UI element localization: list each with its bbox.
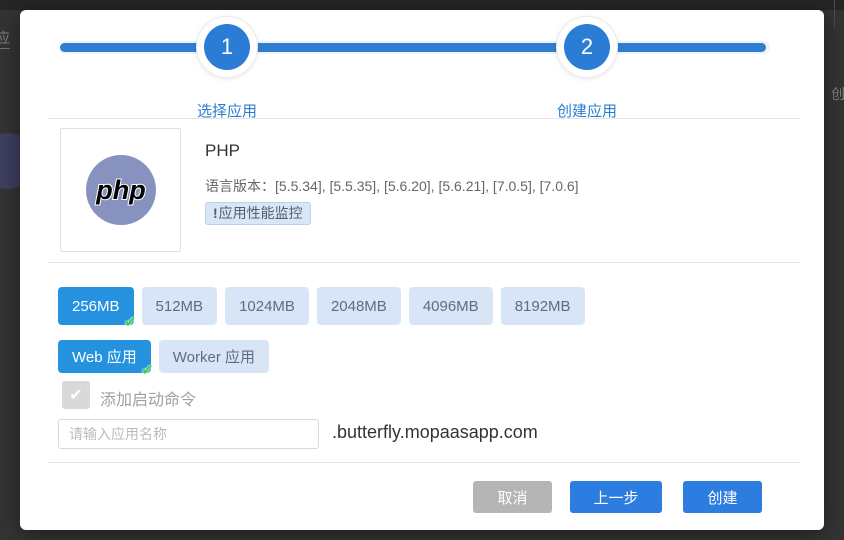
check-icon: ✔ <box>69 387 83 404</box>
step-1-number: 1 <box>204 24 250 70</box>
startup-command-checkbox[interactable]: ✔ <box>62 381 90 409</box>
memory-option-label: 512MB <box>155 297 204 315</box>
memory-option-512mb[interactable]: 512MB <box>141 287 218 325</box>
app-type-options-row: Web 应用 ✔ Worker 应用 <box>58 340 269 379</box>
check-icon: ✔ <box>141 362 154 379</box>
app-versions-text: 语言版本：[5.5.34], [5.5.35], [5.6.20], [5.6.… <box>205 178 579 194</box>
memory-option-2048mb[interactable]: 2048MB <box>316 287 401 325</box>
create-app-dialog: 1 2 选择应用 创建应用 php PHP 语言版本：[5.5.34], [5.… <box>20 10 824 530</box>
divider <box>47 262 800 263</box>
background-top-strip <box>0 0 844 10</box>
divider <box>47 118 800 119</box>
previous-step-button[interactable]: 上一步 <box>570 481 662 513</box>
app-type-option-label: Worker 应用 <box>172 349 255 366</box>
check-icon: ✔ <box>123 314 137 331</box>
memory-option-256mb[interactable]: 256MB ✔ <box>58 287 137 331</box>
app-name-input[interactable] <box>58 419 319 449</box>
performance-monitor-label: 应用性能监控 <box>218 205 303 221</box>
startup-command-label: 添加启动命令 <box>100 392 197 409</box>
divider <box>47 462 800 463</box>
php-logo-icon: php <box>85 155 156 225</box>
app-card: php <box>60 128 181 252</box>
cancel-button[interactable]: 取消 <box>473 481 552 513</box>
memory-option-label: 2048MB <box>330 297 387 315</box>
app-type-option-worker[interactable]: Worker 应用 <box>158 340 269 373</box>
memory-option-8192mb[interactable]: 8192MB <box>500 287 585 325</box>
step-2-circle[interactable]: 2 <box>556 16 618 78</box>
app-type-option-web[interactable]: Web 应用 ✔ <box>58 340 154 379</box>
background-table-border <box>834 0 835 28</box>
memory-option-label: 8192MB <box>514 297 571 315</box>
create-button[interactable]: 创建 <box>683 481 762 513</box>
app-name-title: PHP <box>205 141 240 160</box>
app-type-option-label: Web 应用 <box>72 349 137 366</box>
memory-option-label: 1024MB <box>239 297 295 315</box>
background-fragment: 创 <box>831 86 844 102</box>
memory-option-label: 4096MB <box>422 297 479 315</box>
domain-suffix-text: .butterfly.mopaasapp.com <box>332 422 538 442</box>
memory-option-1024mb[interactable]: 1024MB <box>225 287 309 325</box>
background-fragment: 应 <box>0 28 10 49</box>
step-1-circle[interactable]: 1 <box>196 16 258 78</box>
stepper-progress-bar <box>60 43 766 52</box>
memory-option-4096mb[interactable]: 4096MB <box>408 287 493 325</box>
step-2-number: 2 <box>564 24 610 70</box>
memory-options-row: 256MB ✔ 512MB 1024MB 2048MB 4096MB 8192M… <box>58 287 585 331</box>
memory-option-label: 256MB <box>72 297 120 315</box>
performance-monitor-badge[interactable]: !应用性能监控 <box>205 202 311 225</box>
svg-text:php: php <box>95 175 145 205</box>
exclamation-icon: ! <box>213 205 218 221</box>
